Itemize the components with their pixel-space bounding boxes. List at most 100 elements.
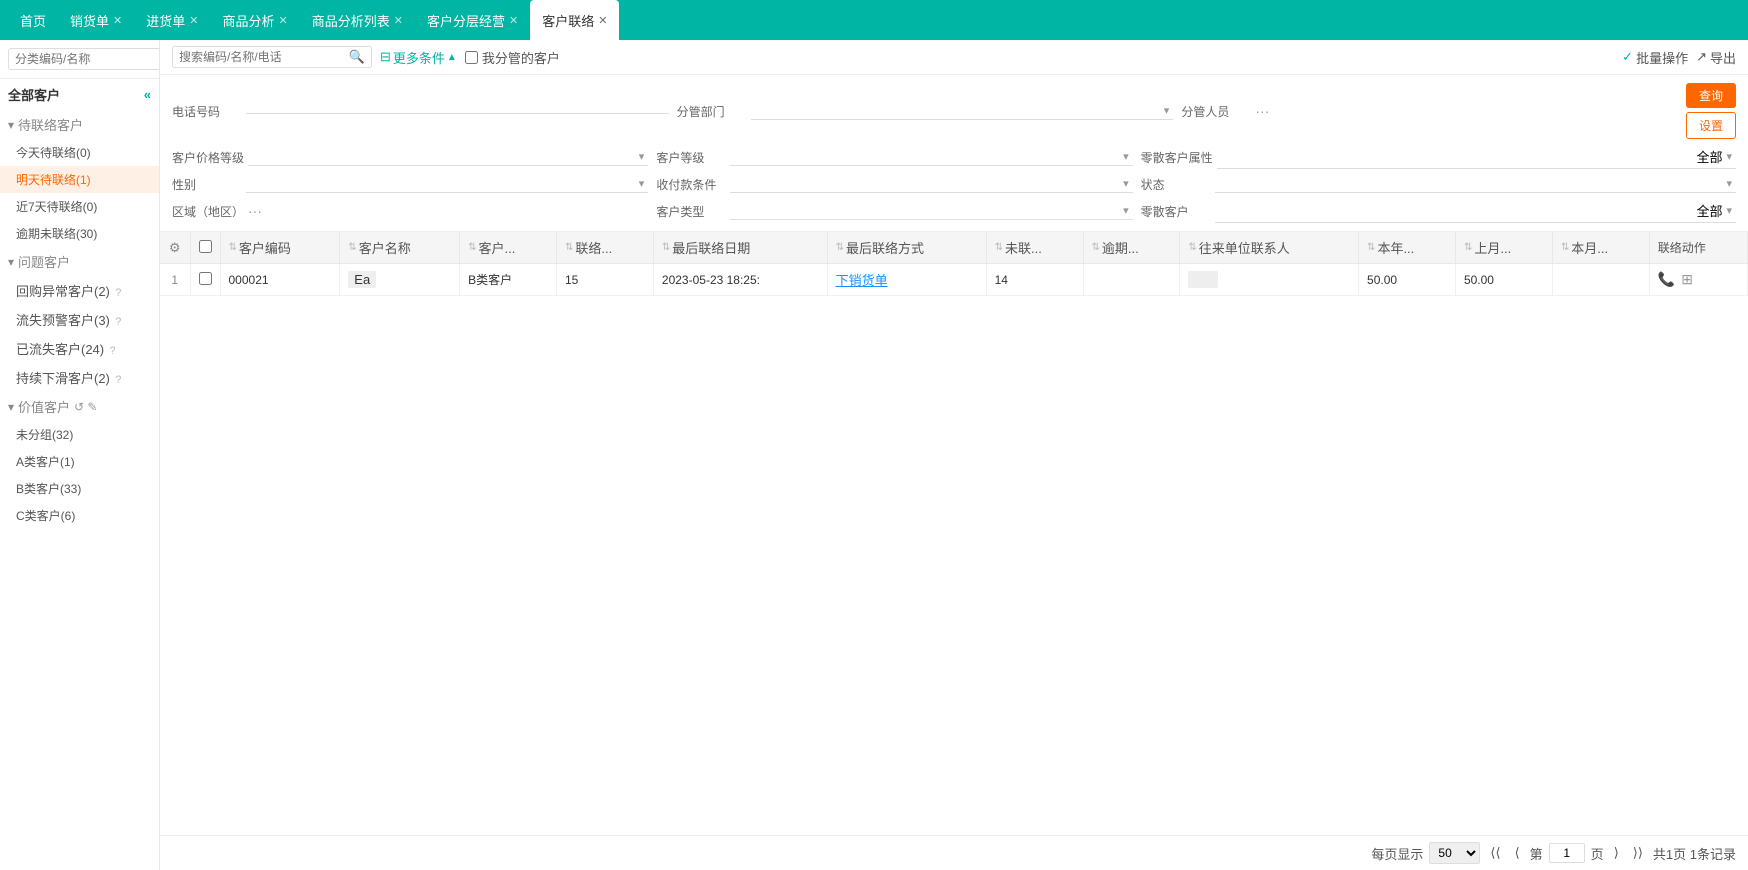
query-button[interactable]: 查询: [1686, 83, 1736, 108]
region-label: 区域（地区）: [172, 203, 244, 220]
prev-first-btn[interactable]: ⟨⟨: [1486, 843, 1504, 863]
prev-btn[interactable]: ⟨: [1511, 843, 1524, 863]
col-type-sort[interactable]: 客户...: [468, 238, 548, 257]
col-contact: 联络...: [557, 232, 654, 264]
close-product-analysis-list[interactable]: ✕: [394, 14, 403, 27]
row-action-phone-icon[interactable]: 📞: [1658, 271, 1675, 288]
sidebar-group-value[interactable]: 价值客户 ↺ ✎: [0, 392, 159, 421]
sidebar-group-problem[interactable]: 问题客户: [0, 247, 159, 276]
help-icon-churned[interactable]: ?: [109, 345, 115, 357]
retail-attr-label: 零散客户属性: [1141, 149, 1213, 166]
col-name-sort[interactable]: 客户名称: [348, 238, 451, 257]
help-icon-declining[interactable]: ?: [115, 374, 121, 386]
close-customer-tier[interactable]: ✕: [509, 14, 518, 27]
phone-value[interactable]: [246, 109, 669, 114]
customer-type-select[interactable]: ▾: [730, 202, 1132, 220]
col-code-sort[interactable]: 客户编码: [229, 238, 332, 257]
nav-item-home[interactable]: 首页: [8, 0, 58, 40]
search-input[interactable]: [179, 50, 349, 64]
close-sales[interactable]: ✕: [113, 14, 122, 27]
sidebar-collapse-icon[interactable]: «: [144, 87, 151, 102]
sidebar-item-repurchase[interactable]: 回购异常客户(2) ?: [0, 276, 159, 305]
sidebar-item-type-a[interactable]: A类客户(1): [0, 448, 159, 475]
status-chevron: ▾: [1726, 177, 1732, 190]
sidebar-item-week[interactable]: 近7天待联络(0): [0, 193, 159, 220]
more-conditions-btn[interactable]: ⊟ 更多条件 ▲: [380, 48, 457, 67]
sidebar-item-today[interactable]: 今天待联络(0): [0, 139, 159, 166]
retail-customer-select[interactable]: 全部 ▾: [1215, 199, 1736, 223]
search-icon[interactable]: 🔍: [349, 49, 365, 65]
nav-item-product-analysis-list[interactable]: 商品分析列表 ✕: [300, 0, 415, 40]
col-overdue-sort[interactable]: 逾期...: [1092, 238, 1172, 257]
row-action: 📞 ⊞: [1649, 264, 1747, 296]
export-btn[interactable]: ↗ 导出: [1696, 48, 1736, 67]
col-last-month: 上月...: [1455, 232, 1552, 264]
help-icon-repurchase[interactable]: ?: [115, 287, 121, 299]
sidebar-search-input[interactable]: [8, 48, 160, 70]
nav-item-customer-tier[interactable]: 客户分层经营 ✕: [415, 0, 530, 40]
col-last-method-sort[interactable]: 最后联络方式: [836, 238, 978, 257]
next-btn[interactable]: ⟩: [1610, 843, 1623, 863]
nav-item-product-analysis[interactable]: 商品分析 ✕: [210, 0, 299, 40]
row-checkbox[interactable]: [199, 272, 212, 285]
price-level-select[interactable]: ▾: [248, 148, 648, 166]
close-product-analysis[interactable]: ✕: [279, 14, 288, 27]
select-all-checkbox[interactable]: [199, 240, 212, 253]
per-page-select[interactable]: 50 100 200: [1429, 842, 1480, 864]
my-customers-check[interactable]: [465, 51, 478, 64]
nav-item-sales[interactable]: 销货单 ✕: [58, 0, 134, 40]
gender-select[interactable]: ▾: [246, 175, 648, 193]
sidebar-item-tomorrow[interactable]: 明天待联络(1): [0, 166, 159, 193]
sidebar-item-churned[interactable]: 已流失客户(24) ?: [0, 334, 159, 363]
col-contact-sort[interactable]: 联络...: [565, 238, 645, 257]
dept-select[interactable]: ▾: [751, 102, 1174, 120]
total-label: 共1页 1条记录: [1653, 844, 1736, 863]
row-action-grid-icon[interactable]: ⊞: [1681, 271, 1693, 288]
settings-button[interactable]: 设置: [1686, 112, 1736, 139]
nav-item-customer-contact[interactable]: 客户联络 ✕: [530, 0, 619, 40]
close-customer-contact[interactable]: ✕: [598, 14, 607, 27]
sidebar-item-ungrouped[interactable]: 未分组(32): [0, 421, 159, 448]
filter-row-1: 电话号码 分管部门 ▾ 分管人员 ··· 查询 设置: [172, 83, 1736, 139]
col-this-month-sort[interactable]: 本月...: [1561, 238, 1641, 257]
sidebar-item-type-b[interactable]: B类客户(33): [0, 475, 159, 502]
close-purchase[interactable]: ✕: [189, 14, 198, 27]
all-customers-title[interactable]: 全部客户 «: [0, 79, 159, 110]
retail-customer-label: 零散客户: [1141, 203, 1211, 220]
col-last-month-sort[interactable]: 上月...: [1464, 238, 1544, 257]
col-unit-contact: 往来单位联系人: [1180, 232, 1359, 264]
last-method-link[interactable]: 下销货单: [836, 273, 888, 288]
batch-operation-btn[interactable]: ✓ 批量操作: [1622, 48, 1688, 67]
gender-chevron: ▾: [639, 177, 645, 190]
col-checkbox: [190, 232, 220, 264]
region-dots[interactable]: ···: [248, 203, 262, 219]
customer-level-select[interactable]: ▾: [730, 148, 1132, 166]
payment-select[interactable]: ▾: [730, 175, 1132, 193]
help-icon-churn-warn[interactable]: ?: [115, 316, 121, 328]
filter-price-level: 客户价格等级 ▾: [172, 148, 648, 166]
col-settings[interactable]: ⚙: [160, 232, 190, 264]
col-unit-contact-sort[interactable]: 往来单位联系人: [1188, 238, 1350, 257]
status-label: 状态: [1141, 176, 1211, 193]
page-input[interactable]: [1549, 843, 1585, 863]
filter-payment: 收付款条件 ▾: [656, 175, 1132, 193]
col-this-year-sort[interactable]: 本年...: [1367, 238, 1447, 257]
sidebar-item-churn-warn[interactable]: 流失预警客户(3) ?: [0, 305, 159, 334]
retail-attr-select[interactable]: 全部 ▾: [1217, 145, 1736, 169]
filter-action-btns: 查询 设置: [1686, 83, 1736, 139]
manager-dots[interactable]: ···: [1255, 103, 1269, 119]
col-last-date-sort[interactable]: 最后联络日期: [662, 238, 819, 257]
per-page-label: 每页显示: [1371, 844, 1423, 863]
nav-item-purchase[interactable]: 进货单 ✕: [134, 0, 210, 40]
sidebar-item-type-c[interactable]: C类客户(6): [0, 502, 159, 529]
status-select[interactable]: ▾: [1215, 175, 1736, 193]
table-row: 1 000021 Ea B类客户 15 2023-05-23 18:25: 下销…: [160, 264, 1748, 296]
sidebar-item-overdue[interactable]: 逾期未联络(30): [0, 220, 159, 247]
my-customers-checkbox[interactable]: 我分管的客户: [465, 48, 560, 67]
next-last-btn[interactable]: ⟩⟩: [1629, 843, 1647, 863]
sidebar-item-declining[interactable]: 持续下滑客户(2) ?: [0, 363, 159, 392]
filter-row-4: 区域（地区） ··· 客户类型 ▾ 零散客户 全部 ▾: [172, 199, 1736, 223]
col-no-contact-sort[interactable]: 未联...: [995, 238, 1075, 257]
sidebar-group-pending[interactable]: 待联络客户: [0, 110, 159, 139]
settings-gear-icon[interactable]: ⚙: [169, 240, 181, 255]
